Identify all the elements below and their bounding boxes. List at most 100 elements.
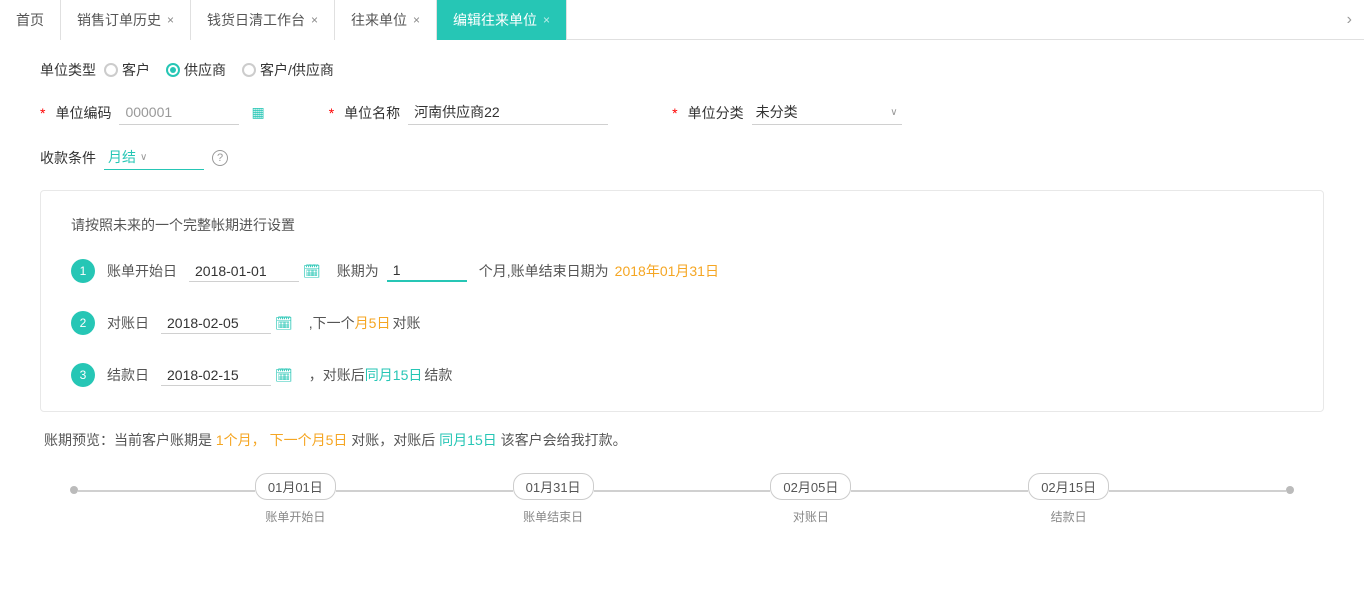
step-3-label: 结款日	[107, 365, 149, 385]
tab-counterparty[interactable]: 往来单位 ×	[335, 0, 437, 40]
name-label: 单位名称	[344, 103, 400, 123]
timeline-node-2-label: 账单结束日	[523, 508, 583, 525]
code-name-row: * 单位编码 ▦ * 单位名称 * 单位分类 未分类 ∨	[40, 100, 1324, 125]
step-2-post: 对账	[392, 313, 420, 333]
step-3-row: 3 结款日 🗓 ，对账后 同月15日 结款	[71, 363, 1293, 387]
step-1-calendar-icon[interactable]: 🗓	[303, 263, 321, 280]
timeline-line-1	[78, 490, 255, 492]
radio-customer-label: 客户	[122, 60, 150, 80]
timeline-end-dot	[1286, 486, 1294, 494]
step-2-row: 2 对账日 🗓 ,下一个 月5日 对账	[71, 311, 1293, 335]
preview-part2: 下一个月5日	[270, 432, 348, 448]
timeline-line-3	[594, 490, 771, 492]
step-3-calendar-icon[interactable]: 🗓	[275, 367, 293, 384]
timeline-section: 01月01日 账单开始日 01月31日 账单结束日 02月05日 对账日 02月…	[40, 453, 1324, 525]
radio-supplier-label: 供应商	[184, 60, 226, 80]
payment-select[interactable]: 月结 ∨	[104, 145, 204, 170]
timeline-line-5	[1109, 490, 1286, 492]
step-1-date-input[interactable]	[189, 261, 299, 282]
radio-both[interactable]: 客户/供应商	[242, 60, 334, 80]
timeline-node-2-date: 01月31日	[513, 473, 594, 500]
step-3-post: 结款	[424, 365, 452, 385]
timeline-node-1: 01月01日 账单开始日	[255, 473, 336, 525]
step-1-period-input[interactable]	[387, 260, 467, 282]
close-icon[interactable]: ×	[311, 13, 318, 27]
preview-text: 账期预览：当前客户账期是 1个月， 下一个月5日 对账，对账后 同月15日 该客…	[40, 428, 1324, 453]
unit-type-row: 单位类型 客户 供应商 客户/供应商	[40, 60, 1324, 80]
radio-supplier[interactable]: 供应商	[166, 60, 226, 80]
timeline-node-2: 01月31日 账单结束日	[513, 473, 594, 525]
step-1-unit: 个月,账单结束日期为	[479, 261, 609, 281]
step-2-pre: ,下一个	[309, 313, 355, 333]
unit-type-group: 单位类型 客户 供应商 客户/供应商	[40, 60, 334, 80]
category-label: 单位分类	[688, 103, 744, 123]
tab-sales-label: 销售订单历史	[77, 10, 161, 30]
tab-edit-counterparty[interactable]: 编辑往来单位 ×	[437, 0, 567, 40]
category-value: 未分类	[756, 102, 798, 122]
code-group: * 单位编码 ▦	[40, 100, 265, 125]
code-label: 单位编码	[55, 103, 111, 123]
step-2-calendar-icon[interactable]: 🗓	[275, 315, 293, 332]
preview-end: 该客户会给我打款。	[501, 432, 627, 448]
payment-label: 收款条件	[40, 148, 96, 168]
tabs-bar: 首页 销售订单历史 × 钱货日清工作台 × 往来单位 × 编辑往来单位 × ›	[0, 0, 1364, 40]
tab-home[interactable]: 首页	[0, 0, 61, 40]
step-1-num: 1	[71, 259, 95, 283]
radio-both-label: 客户/供应商	[260, 60, 334, 80]
calendar-icon[interactable]: ▦	[251, 104, 264, 121]
name-group: * 单位名称	[329, 100, 608, 125]
tab-home-label: 首页	[16, 10, 44, 30]
timeline-node-3-date: 02月05日	[770, 473, 851, 500]
timeline-node-3-label: 对账日	[793, 508, 829, 525]
radio-circle-customer	[104, 63, 118, 77]
payment-group: 收款条件 月结 ∨ ?	[40, 145, 228, 170]
radio-circle-both	[242, 63, 256, 77]
step-1-label: 账单开始日	[107, 261, 177, 281]
name-required-star: *	[329, 105, 334, 121]
tab-edit-label: 编辑往来单位	[453, 10, 537, 30]
step-3-highlight: 同月15日	[365, 365, 423, 385]
step-3-date-input[interactable]	[161, 365, 271, 386]
tab-sales-history[interactable]: 销售订单历史 ×	[61, 0, 191, 40]
payment-row: 收款条件 月结 ∨ ?	[40, 145, 1324, 170]
tab-cash-work[interactable]: 钱货日清工作台 ×	[191, 0, 335, 40]
timeline-node-1-label: 账单开始日	[265, 508, 325, 525]
main-content: 单位类型 客户 供应商 客户/供应商 * 单位编码	[0, 40, 1364, 608]
timeline-node-4: 02月15日 结款日	[1028, 473, 1109, 525]
radio-circle-supplier	[166, 63, 180, 77]
help-icon[interactable]: ?	[212, 150, 228, 166]
preview-part1: 1个月，	[216, 432, 266, 448]
chevron-down-icon: ∨	[140, 152, 147, 163]
step-1-row: 1 账单开始日 🗓 账期为 个月,账单结束日期为 2018年01月31日	[71, 259, 1293, 283]
step-3-pre: ，对账后	[309, 365, 365, 385]
unit-type-label: 单位类型	[40, 60, 96, 80]
card-title: 请按照未来的一个完整帐期进行设置	[71, 215, 1293, 235]
tab-more-button[interactable]: ›	[1335, 11, 1364, 29]
close-icon[interactable]: ×	[167, 13, 174, 27]
settings-card: 请按照未来的一个完整帐期进行设置 1 账单开始日 🗓 账期为 个月,账单结束日期…	[40, 190, 1324, 412]
timeline-node-4-label: 结款日	[1051, 508, 1087, 525]
payment-value: 月结	[108, 147, 136, 167]
chevron-down-icon: ∨	[890, 107, 897, 118]
timeline-node-4-date: 02月15日	[1028, 473, 1109, 500]
step-2-label: 对账日	[107, 313, 149, 333]
tab-cash-label: 钱货日清工作台	[207, 10, 305, 30]
radio-group: 客户 供应商 客户/供应商	[104, 60, 334, 80]
step-1-end-date: 2018年01月31日	[615, 261, 719, 281]
preview-label: 账期预览：当前客户账期是	[44, 432, 212, 448]
category-required-star: *	[672, 105, 677, 121]
radio-customer[interactable]: 客户	[104, 60, 150, 80]
preview-middle: 对账，对账后	[351, 432, 435, 448]
code-input[interactable]	[119, 100, 239, 125]
timeline-node-3: 02月05日 对账日	[770, 473, 851, 525]
timeline-line-2	[336, 490, 513, 492]
step-2-highlight: 月5日	[355, 313, 391, 333]
name-input[interactable]	[408, 100, 608, 125]
close-icon[interactable]: ×	[543, 13, 550, 27]
category-select[interactable]: 未分类 ∨	[752, 100, 902, 125]
timeline-start-dot	[70, 486, 78, 494]
step-3-num: 3	[71, 363, 95, 387]
close-icon[interactable]: ×	[413, 13, 420, 27]
step-2-date-input[interactable]	[161, 313, 271, 334]
step-1-after: 账期为	[337, 261, 379, 281]
